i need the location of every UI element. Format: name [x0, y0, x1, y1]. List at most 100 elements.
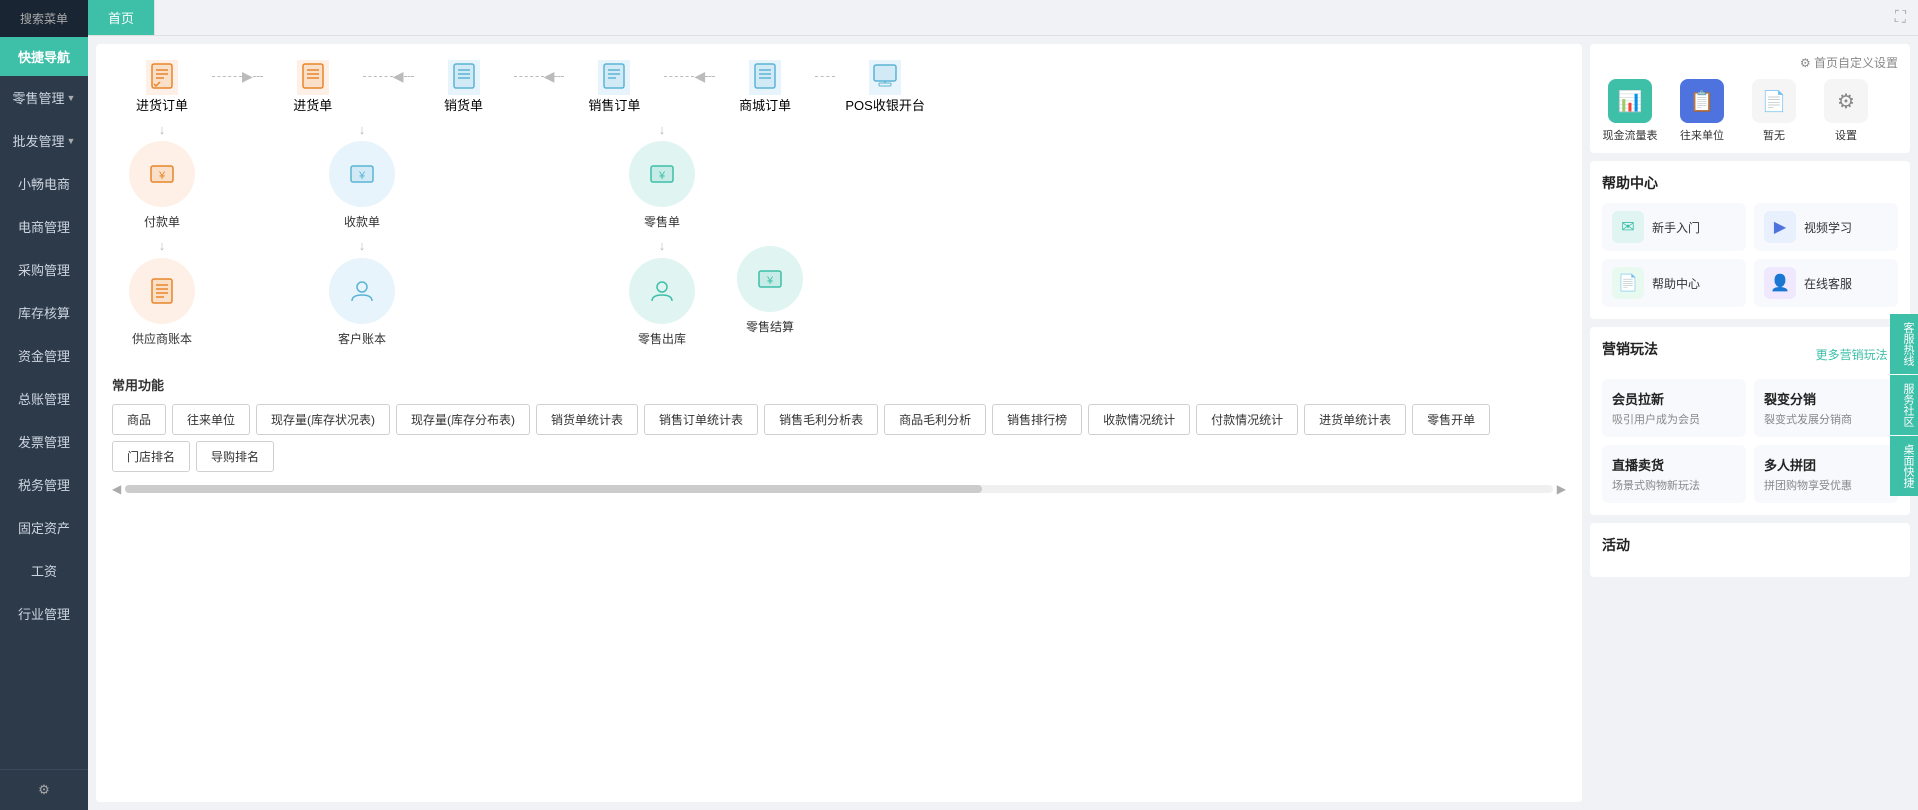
scroll-left-btn[interactable]: ◀: [112, 482, 121, 496]
scroll-right-btn[interactable]: ▶: [1557, 482, 1566, 496]
marketing-title: 营销玩法: [1602, 339, 1658, 359]
flow-node-purchase-order[interactable]: 进货订单: [112, 60, 212, 114]
func-btn-商品[interactable]: 商品: [112, 404, 166, 435]
quick-icon-settings[interactable]: ⚙ 设置: [1818, 79, 1874, 143]
mc-desc-member: 吸引用户成为会员: [1612, 411, 1736, 427]
sidebar-item-more[interactable]: 行业管理: [0, 592, 88, 635]
vert-col-supplier: ↓ 供应商账本: [112, 234, 212, 346]
help-grid: ✉ 新手入门 ▶ 视频学习 📄 帮助中心 👤 在线客服: [1602, 203, 1898, 307]
sidebar-nav-header: 快捷导航: [0, 37, 88, 76]
help-item-video[interactable]: ▶ 视频学习: [1754, 203, 1898, 251]
flow-node-customer-account[interactable]: 客户账本: [312, 258, 412, 347]
scrollbar-track[interactable]: [125, 485, 1553, 493]
arrow-2: [253, 76, 263, 77]
sidebar-item-retail[interactable]: 零售管理 ▼: [0, 76, 88, 119]
func-btn-零售开单[interactable]: 零售开单: [1412, 404, 1490, 435]
retail-outbound-label: 零售出库: [638, 330, 686, 347]
quick-icons: 📊 现金流量表 📋 往来单位 📄 暂无 ⚙ 设置: [1602, 79, 1898, 143]
quick-icon-cash_flow[interactable]: 📊 现金流量表: [1602, 79, 1658, 143]
qi-label-cash_flow: 现金流量表: [1603, 127, 1658, 143]
sidebar-item-tax[interactable]: 税务管理: [0, 463, 88, 506]
func-btn-销售订单统计表[interactable]: 销售订单统计表: [644, 404, 758, 435]
marketing-card-fission[interactable]: 裂变分销 裂变式发展分销商: [1754, 379, 1898, 437]
flow-node-pos[interactable]: POS收银开台: [835, 60, 935, 114]
flow-row-2: ↓ ¥ 付款单 ↓ ¥: [112, 118, 1566, 230]
func-btn-门店排名[interactable]: 门店排名: [112, 441, 190, 472]
arrow-left-2: ◀: [544, 68, 555, 85]
help-icon-video: ▶: [1764, 211, 1796, 243]
flow-node-retail-order[interactable]: ¥ 零售单: [612, 141, 712, 230]
flow-node-purchase-bill[interactable]: 进货单: [263, 60, 363, 114]
flow-node-sales-order[interactable]: 销售订单: [564, 60, 664, 114]
sidebar-item-payroll[interactable]: 工资: [0, 549, 88, 592]
func-btn-进货单统计表[interactable]: 进货单统计表: [1304, 404, 1406, 435]
func-btn-销货单统计表[interactable]: 销货单统计表: [536, 404, 638, 435]
flow-node-mall-order[interactable]: 商城订单: [715, 60, 815, 114]
tab-home[interactable]: 首页: [88, 0, 155, 35]
help-label-video: 视频学习: [1804, 219, 1852, 236]
sidebar-item-ecom-mgmt[interactable]: 电商管理: [0, 205, 88, 248]
sidebar-item-wholesale[interactable]: 批发管理 ▼: [0, 119, 88, 162]
sidebar-item-ledger[interactable]: 总账管理: [0, 377, 88, 420]
func-btn-销售毛利分析表[interactable]: 销售毛利分析表: [764, 404, 878, 435]
quick-icon-counterpart[interactable]: 📋 往来单位: [1674, 79, 1730, 143]
float-btn-desktop[interactable]: 桌面快捷: [1890, 436, 1918, 496]
marketing-grid: 会员拉新 吸引用户成为会员 裂变分销 裂变式发展分销商 直播卖货 场景式购物新玩…: [1602, 379, 1898, 503]
pos-icon: [869, 60, 901, 95]
vert-col-retail-checkout: ¥ 零售结算: [720, 246, 820, 335]
sales-bill-label: 销货单: [444, 95, 483, 114]
pos-label: POS收银开台: [845, 95, 924, 114]
customer-account-icon: [329, 258, 395, 324]
marketing-card-live[interactable]: 直播卖货 场景式购物新玩法: [1602, 445, 1746, 503]
mall-order-icon: [749, 60, 781, 95]
main-content: 首页 ⛶ 进货订单 ▶: [88, 0, 1918, 810]
sidebar-item-invoice[interactable]: 发票管理: [0, 420, 88, 463]
func-btn-商品毛利分析[interactable]: 商品毛利分析: [884, 404, 986, 435]
float-btn-customer_service[interactable]: 客服热线: [1890, 314, 1918, 374]
vert-col-retail-order: ↓ ¥ 零售单: [612, 118, 712, 230]
quick-access-settings[interactable]: ⚙ 首页自定义设置: [1602, 54, 1898, 71]
sidebar-item-ecom-mini[interactable]: 小畅电商: [0, 162, 88, 205]
flow-node-supplier-account[interactable]: 供应商账本: [112, 258, 212, 347]
sidebar: 搜索菜单 快捷导航 零售管理 ▼ 批发管理 ▼ 小畅电商 电商管理 采购管理 库…: [0, 0, 88, 810]
mc-title-fission: 裂变分销: [1764, 389, 1888, 408]
arrow-right-1: ▶: [242, 68, 253, 85]
down-arrow-receipt: ↓: [359, 118, 366, 141]
sidebar-item-purchase[interactable]: 采购管理: [0, 248, 88, 291]
arrow-1: [212, 76, 242, 77]
float-btn-community[interactable]: 服务社区: [1890, 375, 1918, 435]
func-btn-收款情况统计[interactable]: 收款情况统计: [1088, 404, 1190, 435]
quick-icon-none[interactable]: 📄 暂无: [1746, 79, 1802, 143]
func-btn-现存量库存状况表[interactable]: 现存量(库存状况表): [256, 404, 390, 435]
flow-node-retail-outbound[interactable]: 零售出库: [612, 258, 712, 347]
func-btn-销售排行榜[interactable]: 销售排行榜: [992, 404, 1082, 435]
help-item-online_cs[interactable]: 👤 在线客服: [1754, 259, 1898, 307]
expand-icon[interactable]: ⛶: [1883, 9, 1918, 27]
more-marketing-link[interactable]: 更多营销玩法 >: [1816, 346, 1898, 363]
left-panel: 进货订单 ▶ 进货单 ◀: [96, 44, 1582, 802]
func-btn-导购排名[interactable]: 导购排名: [196, 441, 274, 472]
flow-node-receipt[interactable]: ¥ 收款单: [312, 141, 412, 230]
marketing-card-member[interactable]: 会员拉新 吸引用户成为会员: [1602, 379, 1746, 437]
flow-node-retail-checkout[interactable]: ¥ 零售结算: [720, 246, 820, 335]
arrow-left-3: ◀: [694, 68, 705, 85]
qi-label-none: 暂无: [1763, 127, 1785, 143]
flow-node-sales-bill[interactable]: 销货单: [414, 60, 514, 114]
settings-gear-icon[interactable]: ⚙: [0, 770, 88, 810]
sidebar-search[interactable]: 搜索菜单: [0, 0, 88, 37]
purchase-order-icon: [146, 60, 178, 95]
func-btn-现存量库存分布表[interactable]: 现存量(库存分布表): [396, 404, 530, 435]
func-btn-往来单位[interactable]: 往来单位: [172, 404, 250, 435]
sidebar-item-fixed-assets[interactable]: 固定资产: [0, 506, 88, 549]
help-item-help[interactable]: 📄 帮助中心: [1602, 259, 1746, 307]
func-btn-付款情况统计[interactable]: 付款情况统计: [1196, 404, 1298, 435]
down-arrow-payment: ↓: [159, 118, 166, 141]
sidebar-item-capital[interactable]: 资金管理: [0, 334, 88, 377]
flow-node-payment[interactable]: ¥ 付款单: [112, 141, 212, 230]
mc-title-member: 会员拉新: [1612, 389, 1736, 408]
sidebar-item-inventory[interactable]: 库存核算: [0, 291, 88, 334]
mc-title-group: 多人拼团: [1764, 455, 1888, 474]
help-icon-help: 📄: [1612, 267, 1644, 299]
marketing-card-group[interactable]: 多人拼团 拼团购物享受优惠: [1754, 445, 1898, 503]
help-item-beginner[interactable]: ✉ 新手入门: [1602, 203, 1746, 251]
